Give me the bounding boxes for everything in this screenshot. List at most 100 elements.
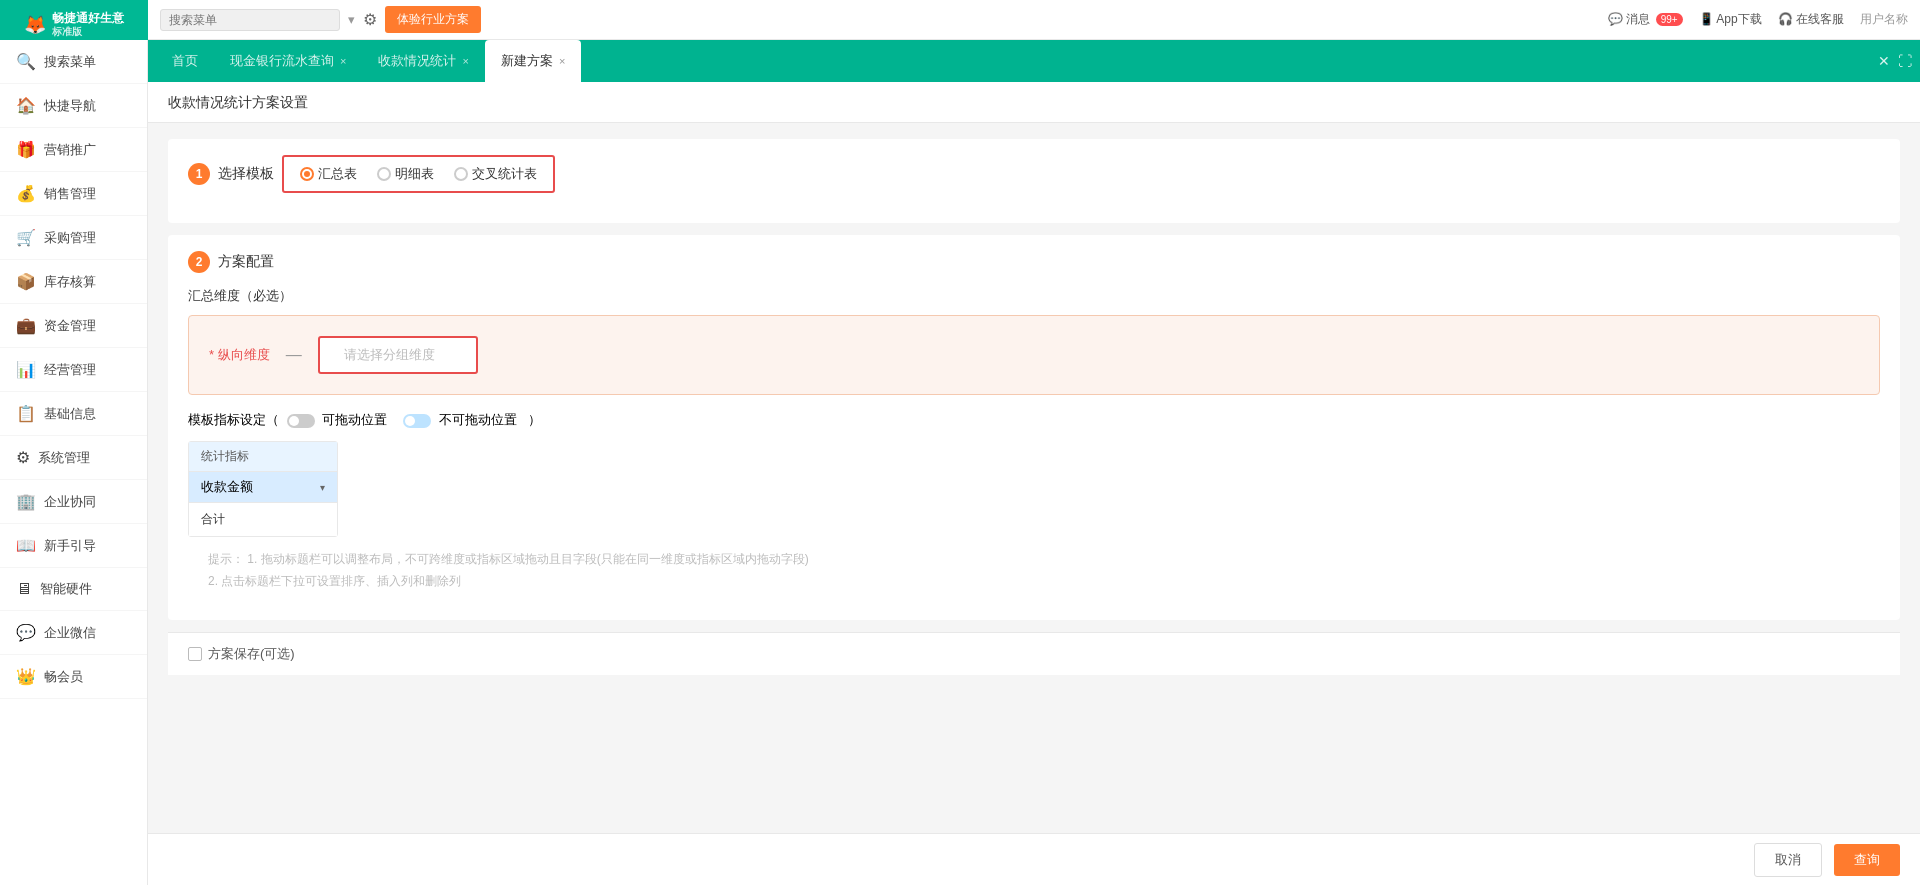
tab-bank-flow-close[interactable]: ×	[340, 55, 346, 67]
service-item[interactable]: 🎧 在线客服	[1778, 11, 1844, 28]
radio-detail-dot	[377, 167, 391, 181]
service-label: 在线客服	[1796, 12, 1844, 26]
search-input[interactable]	[160, 9, 340, 31]
radio-summary-dot	[300, 167, 314, 181]
arrow-icon: —	[286, 346, 302, 364]
headset-icon: 🎧	[1778, 12, 1793, 26]
tab-bank-flow-label: 现金银行流水查询	[230, 52, 334, 70]
sidebar-item-label: 快捷导航	[44, 97, 96, 115]
step1-header: 1 选择模板 汇总表 明细表	[188, 155, 1880, 193]
download-label: App下载	[1716, 12, 1761, 26]
sidebar-item-base-info[interactable]: 📋 基础信息	[0, 392, 147, 436]
step2-section: 2 方案配置 汇总维度（必选） * 纵向维度 — 请选择分组维度	[168, 235, 1900, 620]
save-checkbox-item[interactable]: 方案保存(可选)	[188, 645, 295, 663]
top-header: ▾ ⚙ 体验行业方案 💬 消息 99+ 📱 App下载 🎧 在线客服 用户名称	[148, 0, 1920, 40]
sidebar-item-wechat[interactable]: 💬 企业微信	[0, 611, 147, 655]
notification-item[interactable]: 💬 消息 99+	[1608, 11, 1683, 28]
content-area: 首页 现金银行流水查询 × 收款情况统计 × 新建方案 × ✕ ⛶ 收	[148, 40, 1920, 885]
logo-icon: 🦊	[24, 14, 46, 36]
box-icon: 📦	[16, 272, 36, 291]
sidebar-item-label: 资金管理	[44, 317, 96, 335]
download-item[interactable]: 📱 App下载	[1699, 11, 1762, 28]
sidebar-item-enterprise[interactable]: 🏢 企业协同	[0, 480, 147, 524]
save-checkbox[interactable]	[188, 647, 202, 661]
cart-icon: 🛒	[16, 228, 36, 247]
tab-bar-controls: ✕ ⛶	[1878, 53, 1912, 69]
tab-collection-stat-label: 收款情况统计	[378, 52, 456, 70]
chevron-down-icon[interactable]: ▾	[320, 482, 325, 493]
summary-dimension-row: 汇总维度（必选） * 纵向维度 — 请选择分组维度	[188, 287, 1880, 395]
clipboard-icon: 📋	[16, 404, 36, 423]
content-body: 1 选择模板 汇总表 明细表	[148, 123, 1920, 833]
sidebar-item-operations[interactable]: 📊 经营管理	[0, 348, 147, 392]
summary-dimension-label: 汇总维度（必选）	[188, 287, 1880, 305]
tab-expand-icon[interactable]: ⛶	[1898, 53, 1912, 69]
tab-close-all-icon[interactable]: ✕	[1878, 53, 1890, 69]
tab-new-plan[interactable]: 新建方案 ×	[485, 40, 581, 82]
step2-circle: 2	[188, 251, 210, 273]
search-icon: 🔍	[16, 52, 36, 71]
radio-cross-dot	[454, 167, 468, 181]
crown-icon: 👑	[16, 667, 36, 686]
step1-circle: 1	[188, 163, 210, 185]
building-icon: 🏢	[16, 492, 36, 511]
radio-cross[interactable]: 交叉统计表	[454, 165, 537, 183]
tips-line2: 2. 点击标题栏下拉可设置排序、插入列和删除列	[208, 571, 1860, 593]
stat-column2-label: 合计	[201, 512, 225, 526]
sidebar-item-member[interactable]: 👑 畅会员	[0, 655, 147, 699]
template-radio-group: 汇总表 明细表 交叉统计表	[282, 155, 555, 193]
header-right: 💬 消息 99+ 📱 App下载 🎧 在线客服 用户名称	[1608, 11, 1908, 28]
dimension-selector[interactable]: 请选择分组维度	[318, 336, 478, 374]
sidebar-item-label: 搜索菜单	[44, 53, 96, 71]
sidebar-item-label: 销售管理	[44, 185, 96, 203]
monitor-icon: 🖥	[16, 580, 32, 598]
logo-badge: 标准版	[52, 25, 124, 39]
download-icon: 📱	[1699, 12, 1714, 26]
chevron-down-icon[interactable]: ▾	[348, 12, 355, 27]
sidebar-item-inventory[interactable]: 📦 库存核算	[0, 260, 147, 304]
notification-badge: 99+	[1656, 13, 1683, 26]
radio-summary[interactable]: 汇总表	[300, 165, 357, 183]
radio-summary-label: 汇总表	[318, 165, 357, 183]
chat-icon: 💬	[16, 623, 36, 642]
bottom-action-bar: 取消 查询	[148, 833, 1920, 885]
radio-cross-label: 交叉统计表	[472, 165, 537, 183]
tab-collection-stat-close[interactable]: ×	[462, 55, 468, 67]
industry-btn[interactable]: 体验行业方案	[385, 6, 481, 33]
radio-detail[interactable]: 明细表	[377, 165, 434, 183]
tab-home[interactable]: 首页	[156, 40, 214, 82]
query-button[interactable]: 查询	[1834, 844, 1900, 876]
message-icon: 💬	[1608, 12, 1623, 26]
gear-icon[interactable]: ⚙	[363, 10, 377, 29]
sidebar-item-quick-nav[interactable]: 🏠 快捷导航	[0, 84, 147, 128]
indicators-header: 模板指标设定（ 可拖动位置 不可拖动位置 ）	[188, 411, 1880, 429]
sidebar-item-finance[interactable]: 💼 资金管理	[0, 304, 147, 348]
tab-new-plan-close[interactable]: ×	[559, 55, 565, 67]
page-footer: 方案保存(可选)	[168, 632, 1900, 675]
gift-icon: 🎁	[16, 140, 36, 159]
page-content: 收款情况统计方案设置 1 选择模板 汇总表	[148, 82, 1920, 833]
sidebar-item-label: 企业微信	[44, 624, 96, 642]
sidebar-item-purchase[interactable]: 🛒 采购管理	[0, 216, 147, 260]
sidebar-item-system[interactable]: ⚙ 系统管理	[0, 436, 147, 480]
sidebar-item-sales[interactable]: 💰 销售管理	[0, 172, 147, 216]
stat-column1-cell[interactable]: 收款金额 ▾	[189, 472, 337, 503]
tab-bank-flow[interactable]: 现金银行流水查询 ×	[214, 40, 362, 82]
tab-bar: 首页 现金银行流水查询 × 收款情况统计 × 新建方案 × ✕ ⛶	[148, 40, 1920, 82]
sidebar-item-marketing[interactable]: 🎁 营销推广	[0, 128, 147, 172]
step2-header: 2 方案配置	[188, 251, 1880, 273]
cancel-button[interactable]: 取消	[1754, 843, 1822, 877]
user-info[interactable]: 用户名称	[1860, 11, 1908, 28]
indicators-section: 模板指标设定（ 可拖动位置 不可拖动位置 ）	[188, 411, 1880, 537]
fixed-toggle[interactable]	[403, 414, 431, 428]
movable-toggle[interactable]	[287, 414, 315, 428]
briefcase-icon: 💼	[16, 316, 36, 335]
home-icon: 🏠	[16, 96, 36, 115]
sidebar-item-guide[interactable]: 📖 新手引导	[0, 524, 147, 568]
sidebar-item-hardware[interactable]: 🖥 智能硬件	[0, 568, 147, 611]
book-icon: 📖	[16, 536, 36, 555]
save-checkbox-label: 方案保存(可选)	[208, 645, 295, 663]
step2-title: 方案配置	[218, 253, 274, 271]
sidebar-item-search-menu[interactable]: 🔍 搜索菜单	[0, 40, 147, 84]
tab-collection-stat[interactable]: 收款情况统计 ×	[362, 40, 484, 82]
